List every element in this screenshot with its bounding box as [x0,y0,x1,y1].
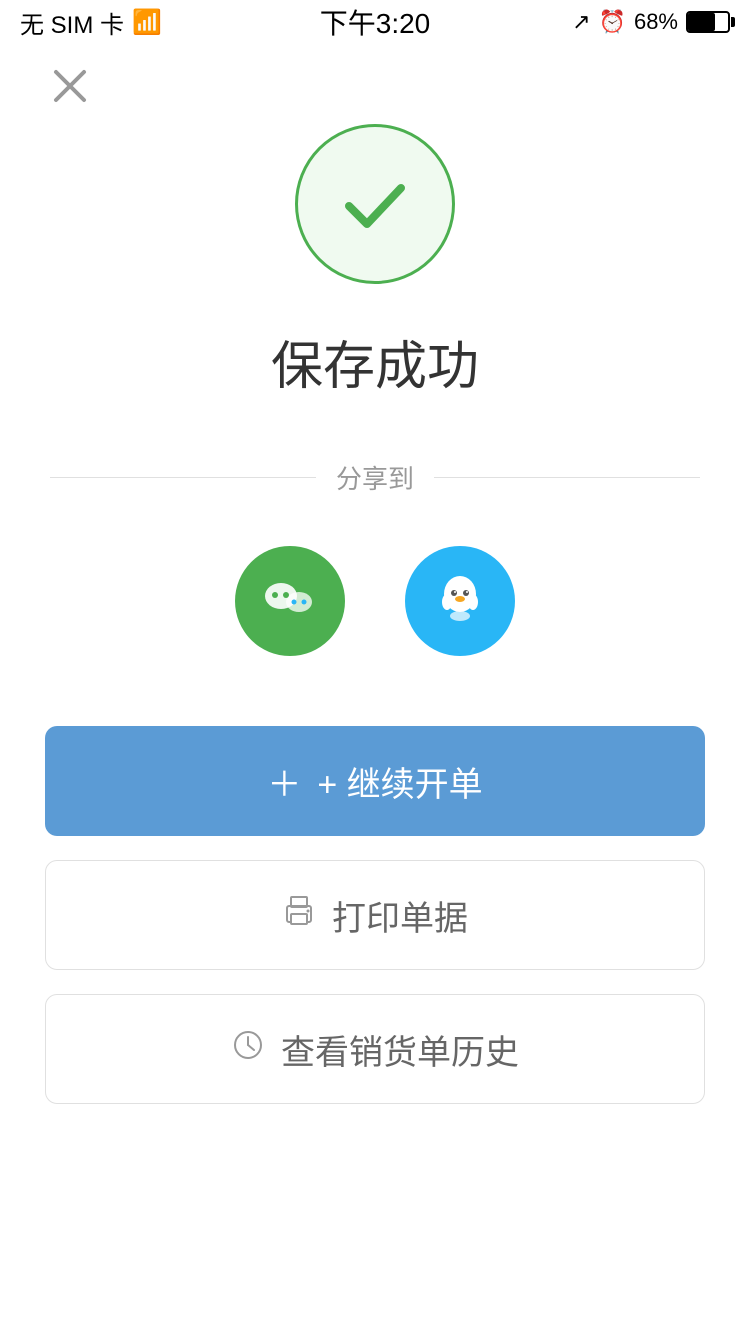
status-right: ↗ ⏰ 68% [572,9,730,35]
alarm-icon: ⏰ [599,9,626,35]
battery-label: 68% [634,9,678,35]
qq-share-button[interactable] [405,546,515,656]
print-label: 打印单据 [332,891,468,940]
wechat-share-button[interactable] [235,546,345,656]
history-label: 查看销货单历史 [281,1025,519,1074]
status-time: 下午3:20 [320,2,431,42]
printer-icon [282,894,316,936]
continue-label: + 继续开单 [317,757,482,806]
success-title: 保存成功 [271,324,479,399]
action-buttons: ＋ + 继续开单 打印单据 [45,726,705,1104]
share-divider: 分享到 [50,459,700,496]
continue-button[interactable]: ＋ + 继续开单 [45,726,705,836]
battery-icon [686,11,730,33]
plus-icon: ＋ [267,757,301,806]
share-icons [235,546,515,656]
divider-line-left [50,477,316,478]
qq-icon [425,566,495,636]
wifi-icon: 📶 [132,8,162,37]
print-button[interactable]: 打印单据 [45,860,705,970]
close-button[interactable] [40,56,100,116]
location-icon: ↗ [572,9,590,35]
success-circle [295,124,455,284]
status-left: 无 SIM 卡 📶 [20,5,162,40]
sim-label: 无 SIM 卡 [20,5,124,40]
checkmark-icon [335,164,415,244]
status-bar: 无 SIM 卡 📶 下午3:20 ↗ ⏰ 68% [0,0,750,44]
main-content: 保存成功 分享到 [0,44,750,1104]
share-label: 分享到 [336,459,414,496]
wechat-icon [255,566,325,636]
divider-line-right [434,477,700,478]
history-button[interactable]: 查看销货单历史 [45,994,705,1104]
clock-icon [231,1028,265,1071]
